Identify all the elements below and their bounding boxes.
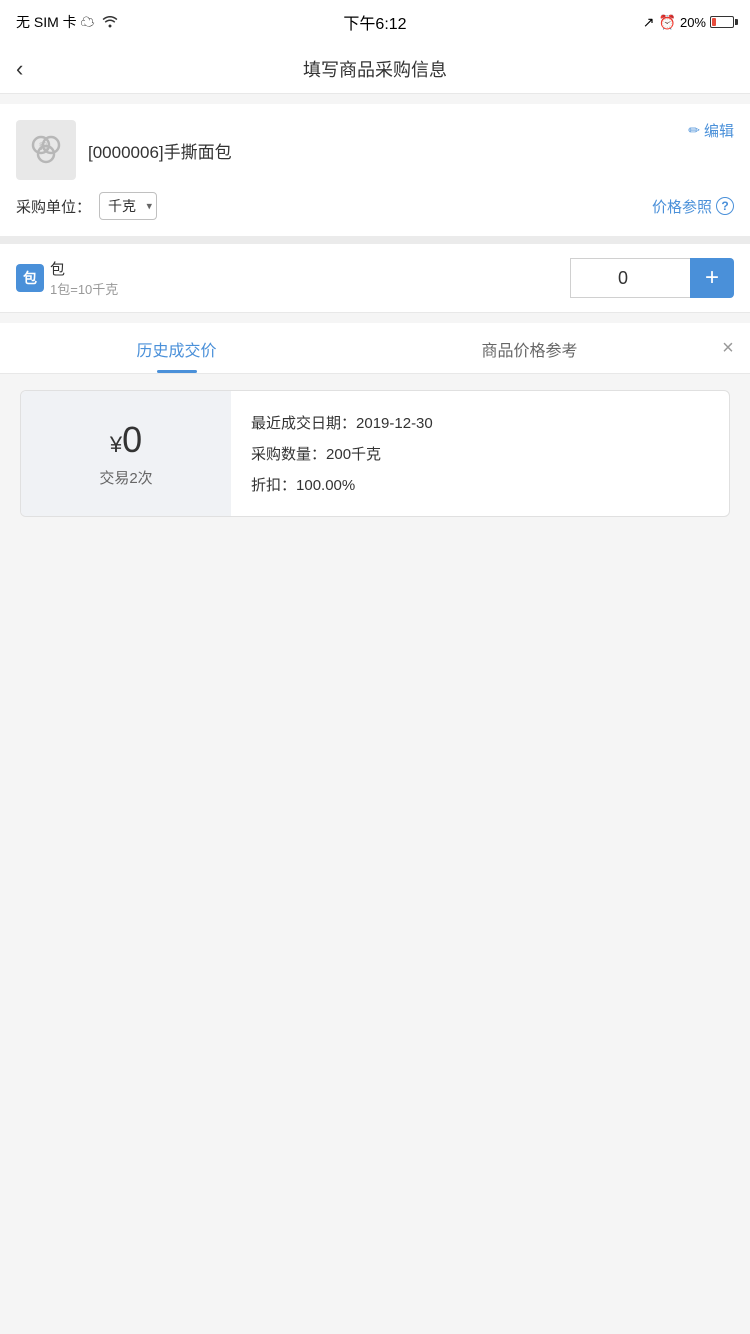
battery-percent: 20% (680, 15, 706, 30)
trade-count: 交易2次 (99, 467, 152, 488)
product-name: [0000006]手撕面包 (88, 138, 232, 163)
tabs-container: 历史成交价 商品价格参考 × (0, 323, 750, 374)
location-icon: ↗ (643, 14, 655, 31)
product-card: 貂 [0000006]手撕面包 ✏ 编辑 采购单位： 千克 价格参照 ? (0, 104, 750, 236)
price-card: ¥0 交易2次 最近成交日期：2019-12-30 采购数量：200千克 折扣：… (20, 390, 730, 517)
recent-date-row: 最近成交日期：2019-12-30 (251, 412, 709, 433)
unit-row: 采购单位： 千克 价格参照 ? (16, 192, 734, 220)
quantity-label: 包 包 1包=10千克 (16, 258, 118, 298)
tab-history-price[interactable]: 历史成交价 (0, 323, 353, 373)
main-content: 历史成交价 商品价格参考 × ¥0 交易2次 最近成交日期：2019-12-30… (0, 323, 750, 1023)
tab-close-button[interactable]: × (706, 326, 750, 370)
price-amount: ¥0 (110, 419, 142, 461)
svg-text:貂: 貂 (39, 142, 47, 151)
unit-name: 包 (50, 258, 118, 279)
battery-icon (710, 16, 734, 28)
back-button[interactable]: ‹ (16, 48, 31, 90)
quantity-row: 包 包 1包=10千克 + (0, 244, 750, 312)
sim-label: 无 SIM 卡 ☁ (16, 12, 95, 32)
discount-row: 折扣：100.00% (251, 474, 709, 495)
unit-select-wrapper[interactable]: 千克 (99, 192, 157, 220)
product-thumbnail: 貂 (16, 120, 76, 180)
page-title: 填写商品采购信息 (303, 56, 447, 82)
tab-price-ref[interactable]: 商品价格参考 (353, 323, 706, 373)
edit-button[interactable]: ✏ 编辑 (688, 120, 734, 141)
help-icon: ? (716, 197, 734, 215)
edit-icon: ✏ (688, 122, 700, 139)
status-bar: 无 SIM 卡 ☁ 下午6:12 ↗ ⏰ 20% (0, 0, 750, 44)
unit-select[interactable]: 千克 (99, 192, 157, 220)
price-ref-button[interactable]: 价格参照 ? (652, 196, 734, 217)
status-left: 无 SIM 卡 ☁ (16, 12, 119, 32)
alarm-icon: ⏰ (659, 14, 676, 31)
nav-bar: ‹ 填写商品采购信息 (0, 44, 750, 94)
unit-hint: 1包=10千克 (50, 279, 118, 298)
unit-badge: 包 (16, 264, 44, 292)
wifi-icon (101, 14, 119, 31)
section-divider (0, 236, 750, 244)
status-right: ↗ ⏰ 20% (643, 14, 734, 31)
unit-label: 采购单位： 千克 (16, 192, 157, 220)
time-display: 下午6:12 (343, 10, 406, 34)
product-header: 貂 [0000006]手撕面包 ✏ 编辑 (16, 120, 734, 180)
quantity-input-row: + (570, 258, 734, 298)
price-left-panel: ¥0 交易2次 (21, 391, 231, 516)
quantity-plus-button[interactable]: + (690, 258, 734, 298)
thin-divider (0, 312, 750, 313)
quantity-input[interactable] (570, 258, 690, 298)
price-right-panel: 最近成交日期：2019-12-30 采购数量：200千克 折扣：100.00% (231, 391, 729, 516)
purchase-qty-row: 采购数量：200千克 (251, 443, 709, 464)
currency-symbol: ¥ (110, 432, 122, 457)
tabs-row: 历史成交价 商品价格参考 × (0, 323, 750, 373)
product-info: 貂 [0000006]手撕面包 (16, 120, 672, 180)
